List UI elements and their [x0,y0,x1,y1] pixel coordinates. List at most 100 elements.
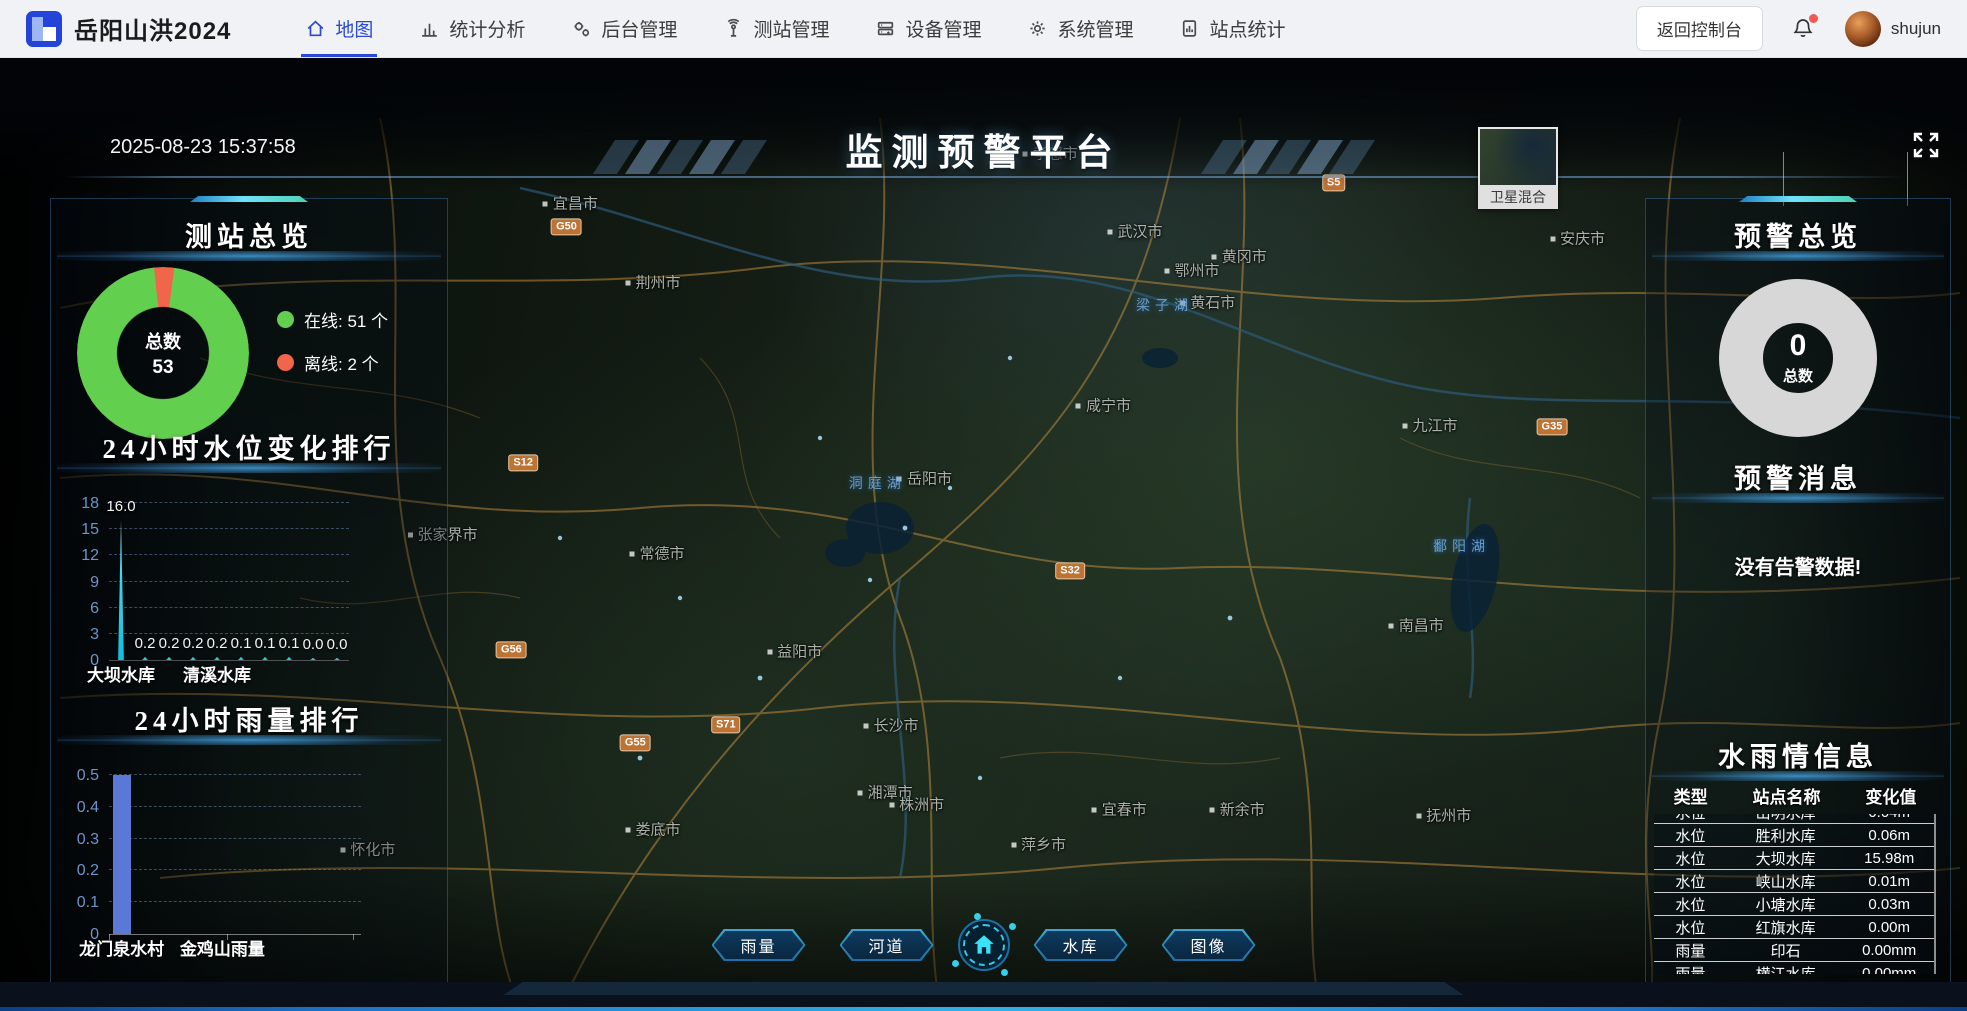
map-city-label: 荆州市 [626,271,681,292]
current-datetime: 2025-08-23 15:37:58 [110,136,296,159]
user-menu[interactable]: shujun [1845,11,1941,47]
nav-item-devices[interactable]: 设备管理 [875,0,981,57]
server-icon [875,18,896,39]
road-shield: G56 [496,641,527,658]
map-lake-label: 洞庭湖 [849,473,906,493]
legend-offline: 离线: 2 个 [277,350,388,375]
map-lake-label: 梁子湖 [1136,295,1193,315]
table-header-cell: 站点名称 [1727,783,1845,808]
nav-item-system[interactable]: 系统管理 [1027,0,1133,57]
toolbar-button-水库[interactable]: 水库 [1034,929,1128,961]
panel-notch [1739,196,1857,202]
water-rain-info-title: 水雨情信息 [1646,735,1950,774]
nav-menu: 地图 统计分析 后台管理 测站管理 设备管理 系统管理 站点统计 [305,0,1285,57]
road-shield: S5 [1322,174,1345,191]
no-alarm-text: 没有告警数据! [1646,551,1950,580]
toolbar-left-group: 雨量 河道 [712,929,934,961]
table-cell: 水位 [1654,871,1727,892]
gridline [109,633,349,634]
donut-center-label: 总数 [145,328,181,354]
table-cell: 水位 [1654,894,1727,915]
map-city-label: 长沙市 [864,715,919,736]
nav-item-stations[interactable]: 测站管理 [723,0,829,57]
section-divider [1652,493,1944,503]
table-row[interactable]: 水位峡山水库0.01m [1654,870,1934,893]
nav-item-label: 测站管理 [753,15,829,42]
section-divider [1652,251,1944,261]
table-cell: 大坝水库 [1727,848,1845,869]
table-cell: 峡山水库 [1727,871,1845,892]
gridline [109,869,361,870]
table-row[interactable]: 水位小塘水库0.03m [1654,893,1934,916]
layer-label: 卫星混合 [1478,185,1558,209]
toolbar-button-label: 水库 [1036,931,1126,959]
map-city-label: 娄底市 [626,818,681,839]
toolbar-button-雨量[interactable]: 雨量 [712,929,806,961]
avatar [1845,11,1881,47]
y-tick-label: 0.3 [77,831,99,849]
map-city-label: 黄冈市 [1212,246,1267,267]
toolbar-button-河道[interactable]: 河道 [840,929,934,961]
nav-item-backend[interactable]: 后台管理 [571,0,677,57]
panel-notch [190,196,308,202]
map-city-label: 安庆市 [1550,228,1605,249]
gears-icon [571,18,592,39]
gear-icon [1027,18,1048,39]
nav-item-label: 地图 [335,15,373,42]
notification-bell-icon[interactable] [1791,16,1817,42]
road-shield: G35 [1537,418,1568,435]
home-icon [305,18,326,39]
y-tick-label: 9 [90,574,99,592]
bar [165,657,174,660]
toolbar-button-label: 图像 [1164,931,1254,959]
map-city-label: 鄂州市 [1164,259,1219,280]
bar-value-label: 0.1 [255,635,276,652]
bar-value-label: 16.0 [106,498,135,515]
map-city-label: 新余市 [1210,798,1265,819]
bar-value-label: 0.1 [231,635,252,652]
table-cell: 0.01m [1844,873,1934,890]
fullscreen-icon[interactable] [1911,130,1941,160]
table-row[interactable]: 水位大坝水库15.98m [1654,847,1934,870]
donut-center-value: 53 [152,357,173,379]
legend-online: 在线: 51 个 [277,307,388,332]
station-antenna-icon [723,18,744,39]
home-button[interactable] [958,919,1010,971]
nav-item-label: 后台管理 [601,15,677,42]
bar-chart-icon [419,18,440,39]
map-city-label: 南昌市 [1389,615,1444,636]
rainfall-chart-y-axis: 00.10.20.30.40.5 [61,775,105,935]
section-divider [1652,771,1944,781]
table-row[interactable]: 水位胜利水库0.06m [1654,824,1934,847]
table-row[interactable]: 水位山明水库0.04m [1654,814,1934,824]
table-cell: 0.06m [1844,827,1934,844]
back-to-console-button[interactable]: 返回控制台 [1636,6,1763,51]
section-divider [57,735,441,745]
map-city-label: 九江市 [1402,414,1457,435]
map-city-label: 宜昌市 [543,192,598,213]
bar-value-label: 0.0 [303,636,324,653]
table-cell: 0.04m [1844,814,1934,821]
legend-online-label: 在线: 51 个 [304,307,388,332]
toolbar-button-图像[interactable]: 图像 [1162,929,1256,961]
table-cell: 山明水库 [1727,814,1845,823]
warning-total-label: 总数 [1783,365,1813,386]
map-city-label: 抚州市 [1416,804,1471,825]
station-donut-center: 总数 53 [77,267,249,439]
nav-item-label: 站点统计 [1209,15,1285,42]
nav-item-statistics[interactable]: 统计分析 [419,0,525,57]
nav-item-map[interactable]: 地图 [305,0,373,57]
nav-right: 返回控制台 shujun [1636,6,1941,51]
toolbar-button-label: 河道 [842,931,932,959]
bar [285,657,294,660]
gridline [109,607,349,608]
table-header-cell: 变化值 [1846,783,1936,808]
road-shield: G55 [620,735,651,752]
station-overview-title: 测站总览 [51,215,447,254]
table-cell: 15.98m [1844,850,1934,867]
gridline [109,528,349,529]
nav-item-site-stats[interactable]: 站点统计 [1179,0,1285,57]
gridline [109,806,361,807]
map-layer-switcher[interactable]: 卫星混合 [1478,127,1558,209]
deco-dot [1001,969,1008,976]
